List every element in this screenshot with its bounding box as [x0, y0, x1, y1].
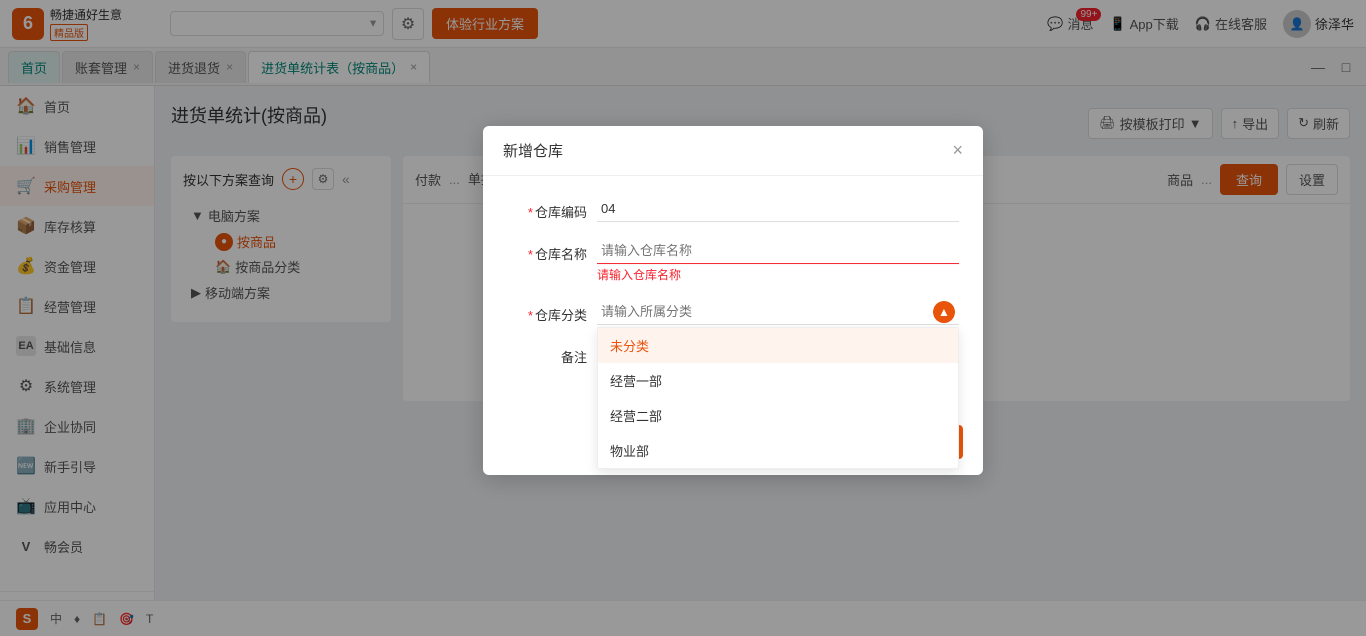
new-warehouse-modal: 新增仓库 × 仓库编码 仓库名称 请输入仓库名称 仓库分类 ▲ — [483, 126, 983, 475]
form-row-category: 仓库分类 ▲ 未分类 经营一部 经营二部 物业部 — [507, 299, 959, 325]
form-row-name: 仓库名称 请输入仓库名称 — [507, 238, 959, 283]
modal-header: 新增仓库 × — [483, 126, 983, 176]
modal-body: 仓库编码 仓库名称 请输入仓库名称 仓库分类 ▲ 未分类 — [483, 176, 983, 417]
warehouse-name-input[interactable] — [597, 238, 959, 264]
code-field-wrap — [597, 196, 959, 222]
category-input[interactable] — [597, 299, 959, 325]
code-label: 仓库编码 — [507, 196, 597, 221]
form-row-code: 仓库编码 — [507, 196, 959, 222]
modal-title: 新增仓库 — [503, 140, 563, 161]
name-error-msg: 请输入仓库名称 — [597, 266, 959, 283]
name-label: 仓库名称 — [507, 238, 597, 263]
name-field-wrap: 请输入仓库名称 — [597, 238, 959, 283]
note-label: 备注 — [507, 341, 597, 366]
warehouse-code-input[interactable] — [597, 196, 959, 222]
category-dropdown-list: 未分类 经营一部 经营二部 物业部 — [597, 327, 959, 469]
dropdown-item-dept1[interactable]: 经营一部 — [598, 363, 958, 398]
dropdown-item-dept3[interactable]: 物业部 — [598, 433, 958, 468]
category-dropdown-toggle[interactable]: ▲ — [933, 301, 955, 323]
category-field-wrap: ▲ 未分类 经营一部 经营二部 物业部 — [597, 299, 959, 325]
category-label: 仓库分类 — [507, 299, 597, 324]
dropdown-item-uncategorized[interactable]: 未分类 — [598, 328, 958, 363]
modal-close-button[interactable]: × — [952, 140, 963, 161]
category-select-wrap: ▲ — [597, 299, 959, 325]
dropdown-item-dept2[interactable]: 经营二部 — [598, 398, 958, 433]
